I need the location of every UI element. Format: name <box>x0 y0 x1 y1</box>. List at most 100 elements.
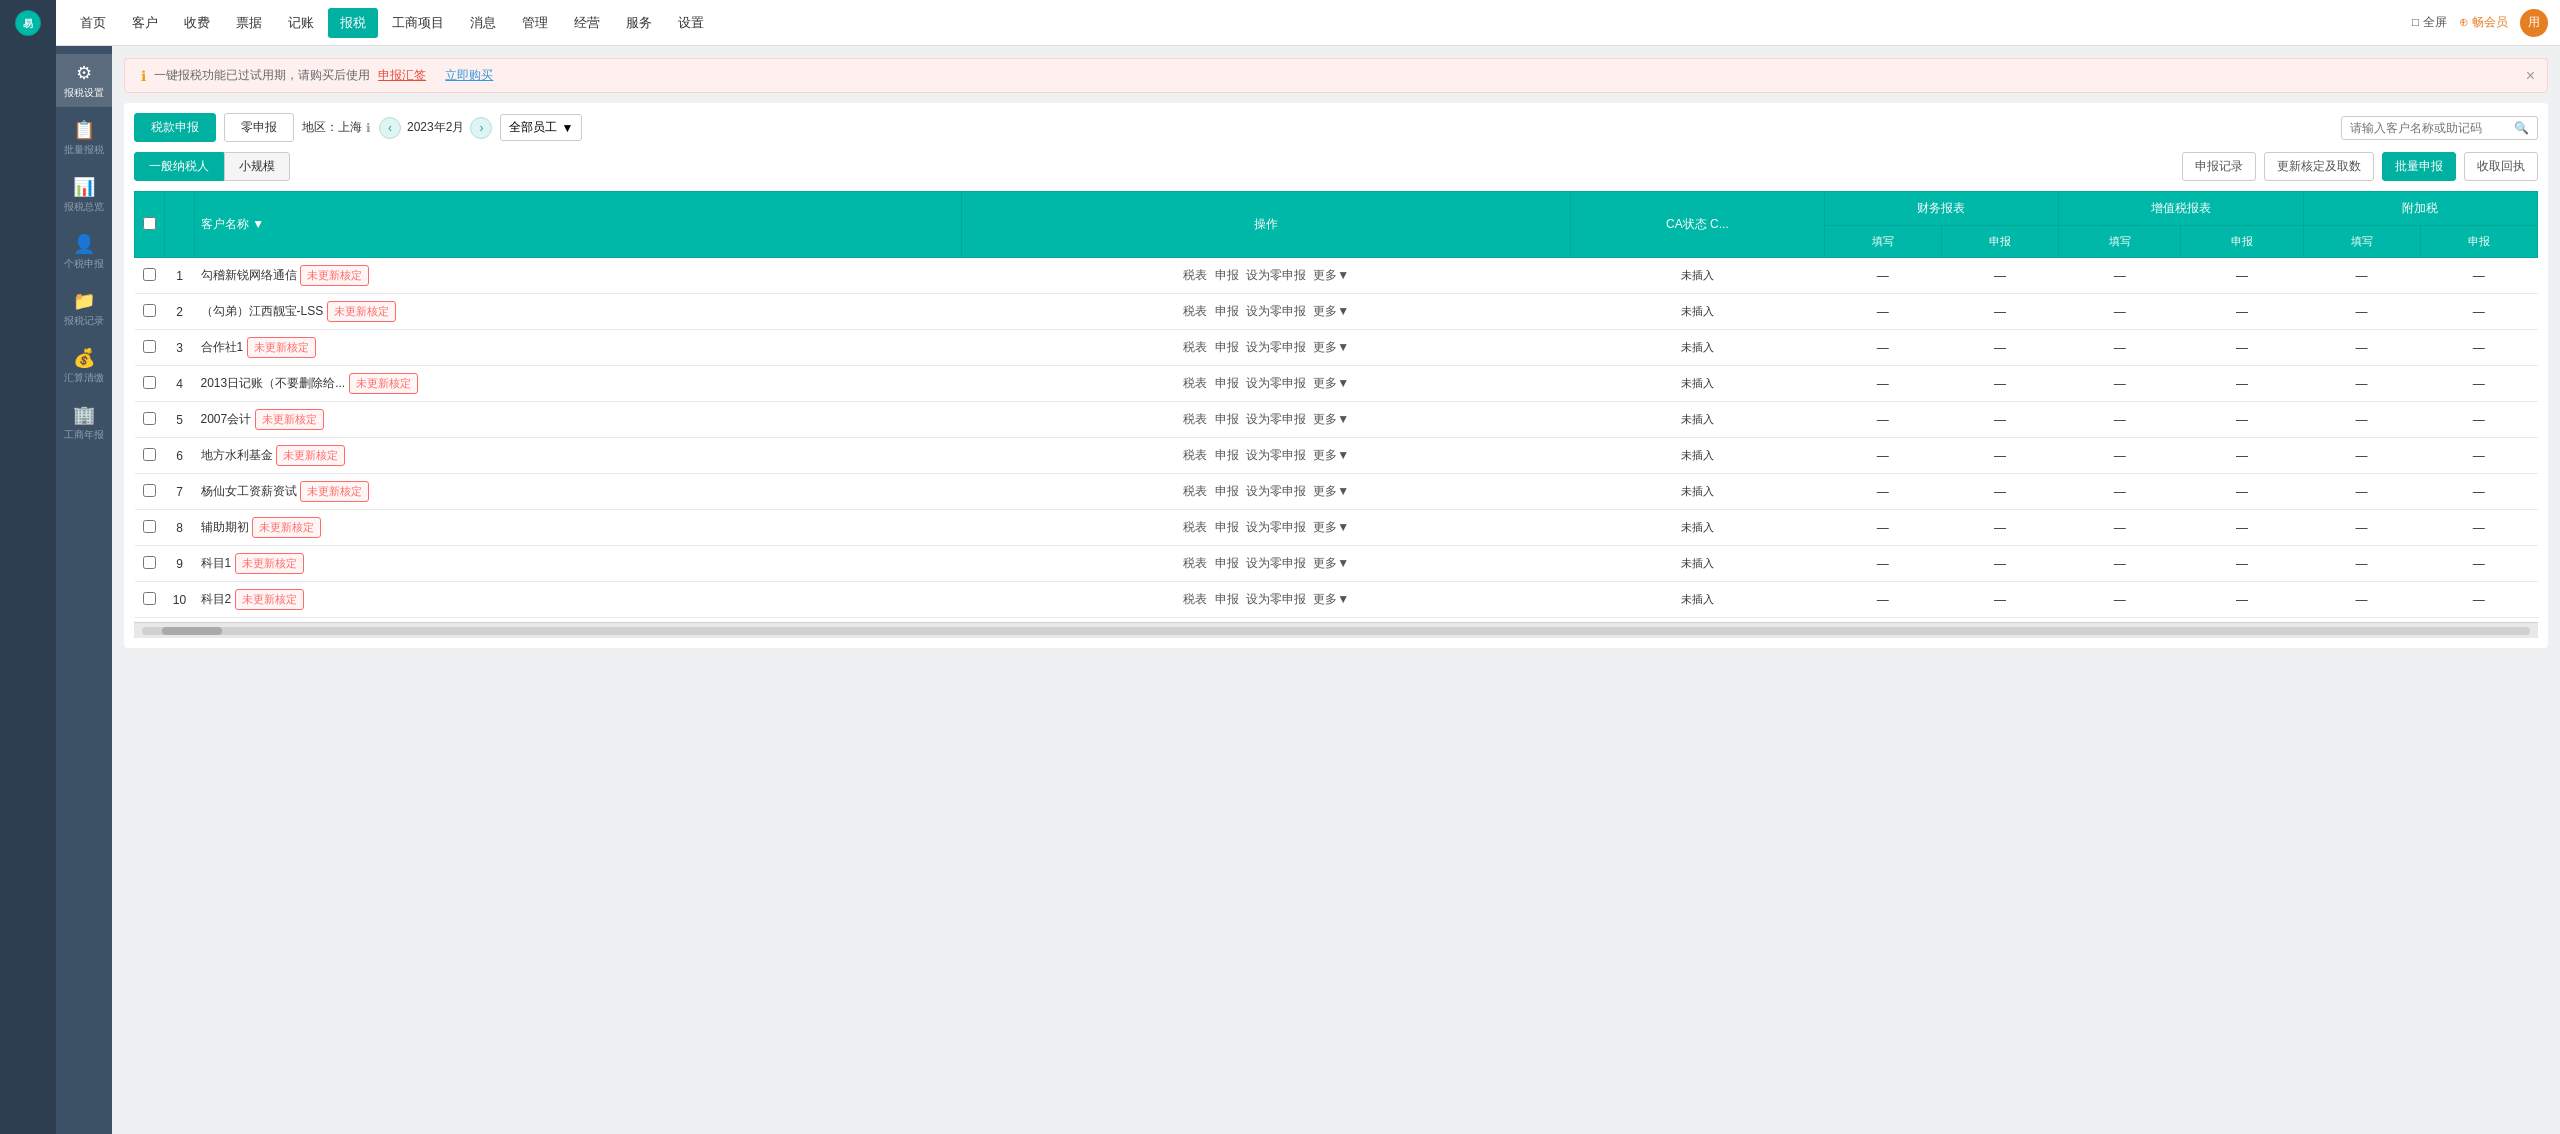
notice-banner: ℹ 一键报税功能已过试用期，请购买后使用 申报汇签 立即购买 × <box>124 58 2548 93</box>
row-checkbox-6[interactable] <box>143 484 156 497</box>
op-more-3[interactable]: 更多▼ <box>1313 376 1349 390</box>
left-panel-tax-settings[interactable]: ⚙ 报税设置 <box>56 54 112 107</box>
search-input[interactable] <box>2350 121 2510 135</box>
op-submit-1[interactable]: 申报 <box>1215 304 1239 318</box>
op-more-8[interactable]: 更多▼ <box>1313 556 1349 570</box>
op-more-0[interactable]: 更多▼ <box>1313 268 1349 282</box>
nav-operation[interactable]: 经营 <box>562 8 612 38</box>
op-tax-table-1[interactable]: 税表 <box>1183 304 1207 318</box>
op-tax-table-6[interactable]: 税表 <box>1183 484 1207 498</box>
op-tax-table-0[interactable]: 税表 <box>1183 268 1207 282</box>
th-finance-submit: 申报 <box>1941 226 2058 258</box>
op-more-7[interactable]: 更多▼ <box>1313 520 1349 534</box>
region-info-icon[interactable]: ℹ <box>366 121 371 135</box>
tax-settings-label: 报税设置 <box>64 87 104 99</box>
notice-close[interactable]: × <box>2526 67 2535 85</box>
op-tax-table-9[interactable]: 税表 <box>1183 592 1207 606</box>
left-panel-tax-overview[interactable]: 📊 报税总览 <box>56 168 112 221</box>
op-zero-0[interactable]: 设为零申报 <box>1246 268 1306 282</box>
left-panel-tax-record[interactable]: 📁 报税记录 <box>56 282 112 335</box>
tab-small-scale[interactable]: 小规模 <box>224 152 290 181</box>
op-tax-table-2[interactable]: 税表 <box>1183 340 1207 354</box>
row-checkbox-2[interactable] <box>143 340 156 353</box>
row-a-sub-9: — <box>2420 582 2537 618</box>
nav-accounting[interactable]: 记账 <box>276 8 326 38</box>
op-tax-table-5[interactable]: 税表 <box>1183 448 1207 462</box>
op-more-5[interactable]: 更多▼ <box>1313 448 1349 462</box>
op-more-6[interactable]: 更多▼ <box>1313 484 1349 498</box>
op-more-2[interactable]: 更多▼ <box>1313 340 1349 354</box>
update-confirm-button[interactable]: 更新核定及取数 <box>2264 152 2374 181</box>
nav-billing[interactable]: 收费 <box>172 8 222 38</box>
nav-home[interactable]: 首页 <box>68 8 118 38</box>
op-more-4[interactable]: 更多▼ <box>1313 412 1349 426</box>
date-prev-button[interactable]: ‹ <box>379 117 401 139</box>
tab-zero-submit[interactable]: 零申报 <box>224 113 294 142</box>
op-submit-8[interactable]: 申报 <box>1215 556 1239 570</box>
nav-invoice[interactable]: 票据 <box>224 8 274 38</box>
op-tax-table-7[interactable]: 税表 <box>1183 520 1207 534</box>
op-zero-6[interactable]: 设为零申报 <box>1246 484 1306 498</box>
nav-tax[interactable]: 报税 <box>328 8 378 38</box>
nav-service[interactable]: 服务 <box>614 8 664 38</box>
op-zero-7[interactable]: 设为零申报 <box>1246 520 1306 534</box>
op-submit-7[interactable]: 申报 <box>1215 520 1239 534</box>
op-submit-4[interactable]: 申报 <box>1215 412 1239 426</box>
row-checkbox-9[interactable] <box>143 592 156 605</box>
row-checkbox-1[interactable] <box>143 304 156 317</box>
op-more-1[interactable]: 更多▼ <box>1313 304 1349 318</box>
tab-tax-submit[interactable]: 税款申报 <box>134 113 216 142</box>
row-checkbox-4[interactable] <box>143 412 156 425</box>
search-icon[interactable]: 🔍 <box>2514 121 2529 135</box>
scroll-bar[interactable] <box>134 622 2538 638</box>
op-submit-5[interactable]: 申报 <box>1215 448 1239 462</box>
row-checkbox-8[interactable] <box>143 556 156 569</box>
left-panel-annual-report[interactable]: 🏢 工商年报 <box>56 396 112 449</box>
op-submit-0[interactable]: 申报 <box>1215 268 1239 282</box>
op-submit-6[interactable]: 申报 <box>1215 484 1239 498</box>
op-zero-5[interactable]: 设为零申报 <box>1246 448 1306 462</box>
nav-manage[interactable]: 管理 <box>510 8 560 38</box>
row-t-sub-3: — <box>2181 366 2303 402</box>
op-submit-2[interactable]: 申报 <box>1215 340 1239 354</box>
op-submit-9[interactable]: 申报 <box>1215 592 1239 606</box>
date-next-button[interactable]: › <box>470 117 492 139</box>
op-tax-table-3[interactable]: 税表 <box>1183 376 1207 390</box>
op-zero-9[interactable]: 设为零申报 <box>1246 592 1306 606</box>
batch-submit-button[interactable]: 批量申报 <box>2382 152 2456 181</box>
vip-button[interactable]: ⊕ 畅会员 <box>2459 14 2508 31</box>
fullscreen-button[interactable]: □ 全屏 <box>2412 14 2447 31</box>
op-zero-3[interactable]: 设为零申报 <box>1246 376 1306 390</box>
notice-link1[interactable]: 申报汇签 <box>378 67 426 84</box>
dept-selector[interactable]: 全部员工 ▼ <box>500 114 582 141</box>
scroll-thumb[interactable] <box>162 627 222 635</box>
row-checkbox-5[interactable] <box>143 448 156 461</box>
user-avatar[interactable]: 用 <box>2520 9 2548 37</box>
fetch-back-button[interactable]: 收取回执 <box>2464 152 2538 181</box>
left-panel-personal-tax[interactable]: 👤 个税申报 <box>56 225 112 278</box>
left-panel-reconcile[interactable]: 💰 汇算清缴 <box>56 339 112 392</box>
op-zero-8[interactable]: 设为零申报 <box>1246 556 1306 570</box>
op-tax-table-8[interactable]: 税表 <box>1183 556 1207 570</box>
nav-client[interactable]: 客户 <box>120 8 170 38</box>
tab-general-taxpayer[interactable]: 一般纳税人 <box>134 152 224 181</box>
row-checkbox-3[interactable] <box>143 376 156 389</box>
op-zero-2[interactable]: 设为零申报 <box>1246 340 1306 354</box>
row-checkbox-cell <box>135 402 165 438</box>
op-zero-4[interactable]: 设为零申报 <box>1246 412 1306 426</box>
nav-commerce[interactable]: 工商项目 <box>380 8 456 38</box>
op-more-9[interactable]: 更多▼ <box>1313 592 1349 606</box>
select-all-checkbox[interactable] <box>143 217 156 230</box>
left-panel-batch-tax[interactable]: 📋 批量报税 <box>56 111 112 164</box>
row-checkbox-0[interactable] <box>143 268 156 281</box>
notice-link2[interactable]: 立即购买 <box>445 67 493 84</box>
op-submit-3[interactable]: 申报 <box>1215 376 1239 390</box>
op-zero-1[interactable]: 设为零申报 <box>1246 304 1306 318</box>
status-badge-2: 未更新核定 <box>247 337 316 358</box>
nav-settings[interactable]: 设置 <box>666 8 716 38</box>
nav-message[interactable]: 消息 <box>458 8 508 38</box>
op-tax-table-4[interactable]: 税表 <box>1183 412 1207 426</box>
submit-record-button[interactable]: 申报记录 <box>2182 152 2256 181</box>
reconcile-label: 汇算清缴 <box>64 372 104 384</box>
row-checkbox-7[interactable] <box>143 520 156 533</box>
